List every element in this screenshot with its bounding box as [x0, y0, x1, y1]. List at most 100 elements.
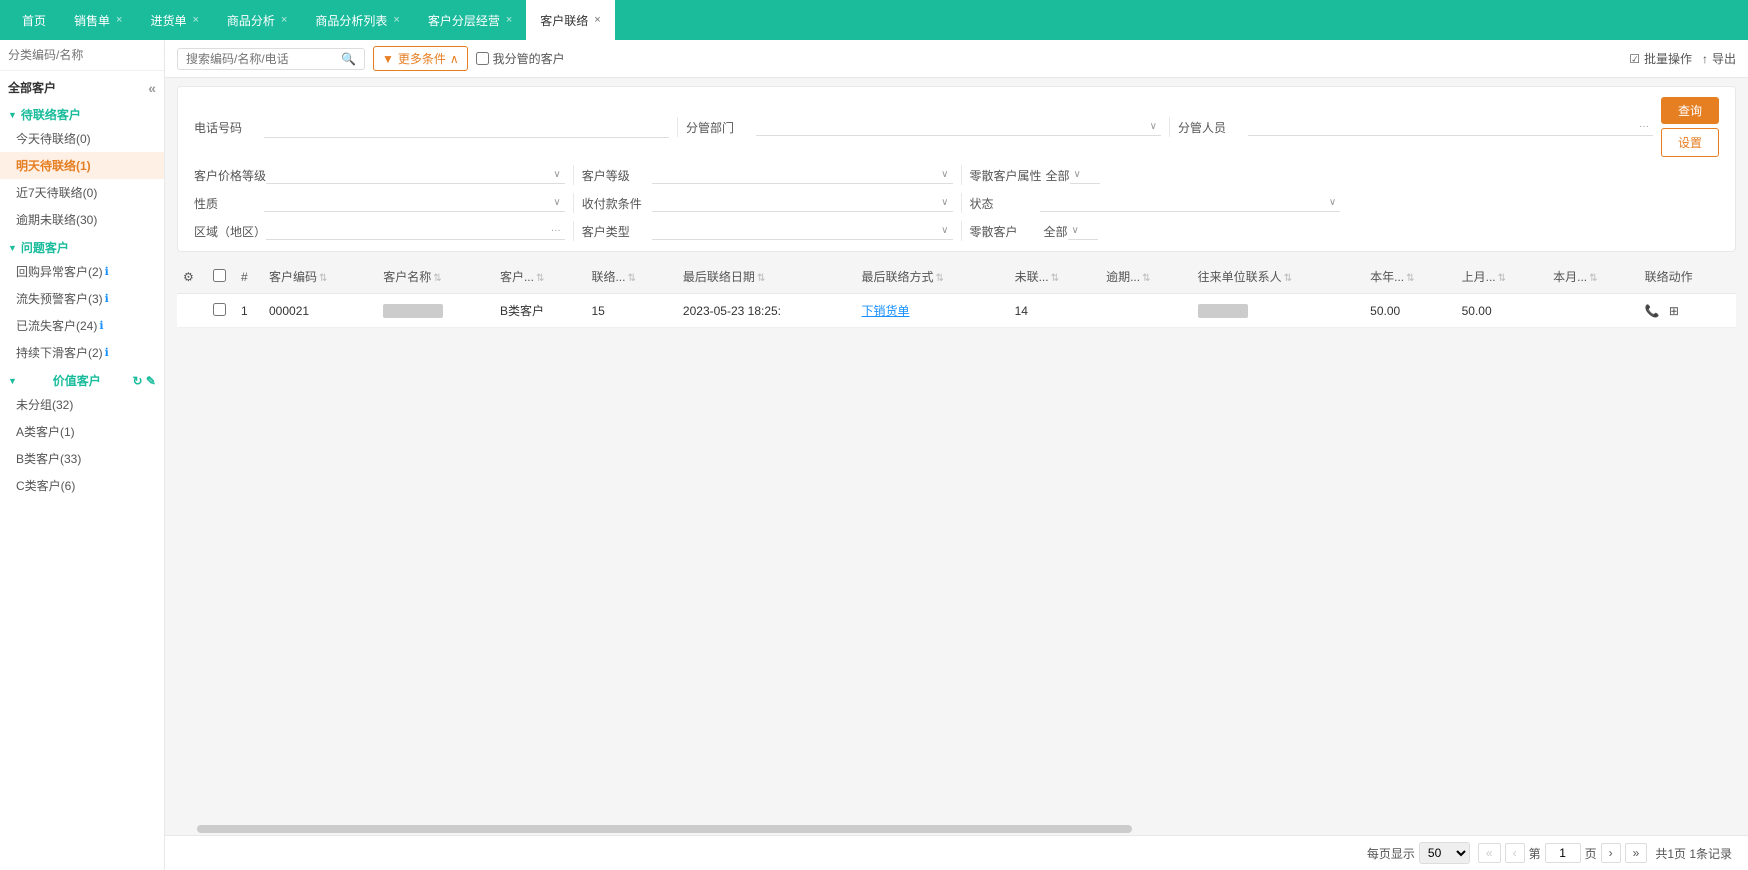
- query-button[interactable]: 查询: [1661, 97, 1719, 124]
- th-overdue[interactable]: 逾期...: [1100, 260, 1191, 294]
- filter-area-select[interactable]: ···: [266, 222, 565, 240]
- setting-button[interactable]: 设置: [1661, 128, 1719, 157]
- prev-page-btn[interactable]: ‹: [1505, 843, 1525, 863]
- sidebar-item-churned[interactable]: 已流失客户(24) ℹ: [0, 312, 164, 339]
- nav-purchase[interactable]: 进货单 ×: [136, 0, 212, 40]
- th-no: #: [235, 260, 263, 294]
- sidebar-item-today-pending[interactable]: 今天待联络(0): [0, 125, 164, 152]
- filter-payment-select[interactable]: ∨: [652, 194, 953, 212]
- sidebar-item-tomorrow-pending[interactable]: 明天待联络(1): [0, 152, 164, 179]
- nav-product-analysis[interactable]: 商品分析 ×: [213, 0, 301, 40]
- filter-dept-select[interactable]: ∨: [756, 118, 1161, 136]
- nav-customer-tier[interactable]: 客户分层经营 ×: [414, 0, 526, 40]
- th-type[interactable]: 客户...: [494, 260, 585, 294]
- th-contact[interactable]: 联络...: [585, 260, 676, 294]
- group-value-customers[interactable]: 价值客户 ↻ ✎: [0, 366, 164, 391]
- more-conditions-btn[interactable]: ▼ 更多条件 ∧: [373, 46, 468, 71]
- divider-2: [1169, 117, 1170, 137]
- top-navigation: 首页 销售单 × 进货单 × 商品分析 × 商品分析列表 × 客户分层经营 × …: [0, 0, 1748, 40]
- sidebar-search-area: 🔍: [0, 40, 164, 71]
- group-pending-contact[interactable]: 待联络客户: [0, 100, 164, 125]
- nav-product-analysis-list[interactable]: 商品分析列表 ×: [301, 0, 413, 40]
- nav-customer-contact[interactable]: 客户联络 ×: [526, 0, 614, 40]
- close-product-analysis-list-tab[interactable]: ×: [393, 14, 399, 26]
- sidebar-item-7days-pending[interactable]: 近7天待联络(0): [0, 179, 164, 206]
- close-sales-tab[interactable]: ×: [116, 14, 122, 26]
- action-more-icon[interactable]: ⊞: [1669, 304, 1679, 318]
- filter-retail-customer-select[interactable]: ∨: [1068, 222, 1098, 240]
- sidebar-search-input[interactable]: [8, 48, 163, 62]
- close-purchase-tab[interactable]: ×: [192, 14, 198, 26]
- first-page-btn[interactable]: «: [1478, 843, 1501, 863]
- nav-home[interactable]: 首页: [8, 0, 60, 40]
- td-this-month: [1547, 294, 1638, 328]
- search-icon-btn[interactable]: 🔍: [341, 52, 356, 66]
- close-product-analysis-tab[interactable]: ×: [281, 14, 287, 26]
- th-not-contacted[interactable]: 未联...: [1009, 260, 1100, 294]
- toolbar-right: ☑ 批量操作 ↑ 导出: [1629, 50, 1736, 67]
- group-problem-customers[interactable]: 问题客户: [0, 233, 164, 258]
- filter-retail-customer: 零散客户 全部 ∨: [970, 222, 1341, 240]
- th-gear[interactable]: ⚙: [177, 260, 207, 294]
- filter-customer-type: 客户类型 ∨: [582, 222, 953, 240]
- td-last-contact-date: 2023-05-23 18:25:: [677, 294, 856, 328]
- value-customers-refresh[interactable]: ↻ ✎: [133, 374, 156, 388]
- sidebar-item-class-a[interactable]: A类客户(1): [0, 418, 164, 445]
- action-phone-icon[interactable]: 📞: [1645, 304, 1660, 318]
- th-this-month[interactable]: 本月...: [1547, 260, 1638, 294]
- th-this-year[interactable]: 本年...: [1364, 260, 1455, 294]
- chevron-up-icon: ∧: [450, 52, 459, 66]
- checkbox-icon: ☑: [1629, 52, 1640, 66]
- search-box: 🔍: [177, 48, 365, 70]
- sidebar-item-class-c[interactable]: C类客户(6): [0, 472, 164, 499]
- sidebar-item-overdue-no-contact[interactable]: 逾期未联络(30): [0, 206, 164, 233]
- sidebar-item-churn-warning[interactable]: 流失预警客户(3) ℹ: [0, 285, 164, 312]
- filter-row-1: 电话号码 分管部门 ∨ 分管人员 ···: [194, 97, 1719, 157]
- search-input[interactable]: [186, 52, 341, 66]
- my-customers-checkbox-label[interactable]: 我分管的客户: [476, 50, 565, 67]
- close-customer-tier-tab[interactable]: ×: [506, 14, 512, 26]
- filter-person-select[interactable]: ···: [1248, 118, 1653, 136]
- filter-row-3: 性质 ∨ 收付款条件 ∨ 状态 ∨: [194, 193, 1719, 213]
- filter-status: 状态 ∨: [970, 194, 1341, 212]
- last-page-btn[interactable]: »: [1625, 843, 1648, 863]
- batch-action-btn[interactable]: ☑ 批量操作: [1629, 50, 1692, 67]
- last-contact-method-link[interactable]: 下销货单: [861, 304, 909, 318]
- next-page-btn[interactable]: ›: [1601, 843, 1621, 863]
- row-checkbox[interactable]: [213, 303, 226, 316]
- nav-sales[interactable]: 销售单 ×: [60, 0, 136, 40]
- divider-4: [961, 165, 962, 185]
- filter-status-select[interactable]: ∨: [1040, 194, 1341, 212]
- select-all-checkbox[interactable]: [213, 269, 226, 282]
- divider-5: [573, 193, 574, 213]
- collapse-icon[interactable]: «: [148, 80, 156, 96]
- filter-price-level-select[interactable]: ∨: [266, 166, 565, 184]
- td-overdue: [1100, 294, 1191, 328]
- filter-phone-input[interactable]: [264, 117, 669, 138]
- th-code[interactable]: 客户编码: [263, 260, 377, 294]
- export-btn[interactable]: ↑ 导出: [1702, 50, 1736, 67]
- chevron-down-icon: ∨: [1150, 121, 1157, 132]
- horizontal-scrollbar[interactable]: [177, 823, 1736, 835]
- page-size-select[interactable]: 20 50 100: [1419, 842, 1470, 864]
- content-area: 🔍 ▼ 更多条件 ∧ 我分管的客户 ☑ 批量操作 ↑ 导出: [165, 40, 1748, 870]
- filter-retail-attr-select[interactable]: ∨: [1070, 166, 1100, 184]
- close-customer-contact-tab[interactable]: ×: [594, 14, 600, 26]
- chevron-down-icon-5: ∨: [553, 197, 560, 208]
- th-last-contact-method[interactable]: 最后联络方式: [855, 260, 1008, 294]
- sidebar-item-declining[interactable]: 持续下滑客户(2) ℹ: [0, 339, 164, 366]
- filter-nature-select[interactable]: ∨: [264, 194, 565, 212]
- th-last-contact-date[interactable]: 最后联络日期: [677, 260, 856, 294]
- th-unit-contact[interactable]: 往来单位联系人: [1192, 260, 1365, 294]
- th-last-month[interactable]: 上月...: [1456, 260, 1547, 294]
- th-name[interactable]: 客户名称: [377, 260, 494, 294]
- sidebar-item-ungrouped[interactable]: 未分组(32): [0, 391, 164, 418]
- current-page-input[interactable]: [1545, 843, 1581, 863]
- filter-customer-level-select[interactable]: ∨: [652, 166, 953, 184]
- scroll-thumb[interactable]: [197, 825, 1132, 833]
- sidebar-item-repurchase-abnormal[interactable]: 回购异常客户(2) ℹ: [0, 258, 164, 285]
- my-customers-checkbox[interactable]: [476, 52, 489, 65]
- unit-contact-masked: ---: [1198, 304, 1248, 318]
- sidebar-item-class-b[interactable]: B类客户(33): [0, 445, 164, 472]
- filter-customer-type-select[interactable]: ∨: [652, 222, 953, 240]
